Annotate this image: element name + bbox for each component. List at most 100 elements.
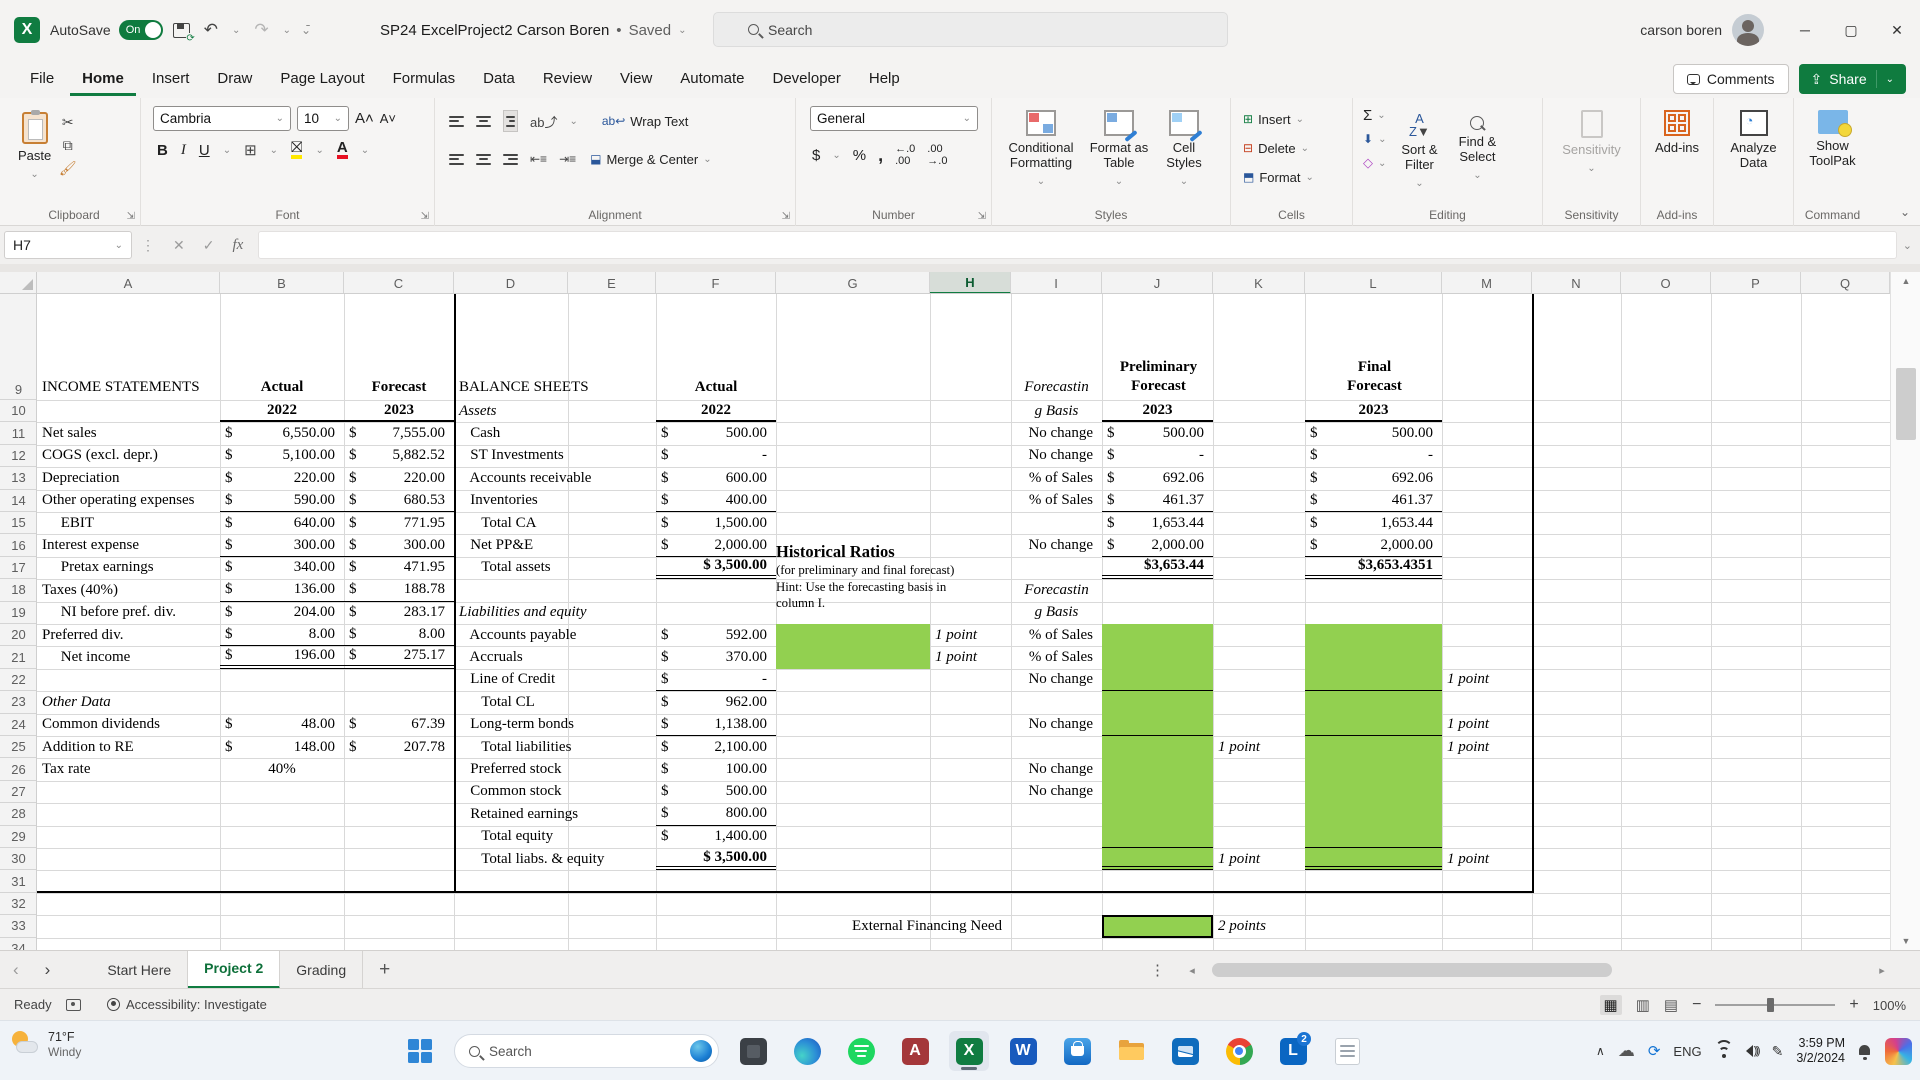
cell-B21[interactable]: $196.00 [220, 646, 344, 669]
cell-I20[interactable]: % of Sales [1011, 624, 1102, 646]
save-icon[interactable] [172, 22, 195, 44]
cell-F10[interactable]: 2022 [656, 400, 776, 423]
column-header-O[interactable]: O [1621, 272, 1711, 293]
cell-I13[interactable]: % of Sales [1011, 467, 1102, 489]
cell-C11[interactable]: $7,555.00 [344, 422, 454, 444]
cell-J17[interactable]: $3,653.44 [1102, 557, 1213, 580]
column-header-P[interactable]: P [1711, 272, 1801, 293]
cell-I9[interactable]: Forecastin [1011, 294, 1102, 400]
alignment-dialog-launcher-icon[interactable]: ⇲ [782, 211, 790, 222]
formula-input[interactable] [258, 231, 1897, 259]
comments-button[interactable]: Comments [1672, 64, 1789, 94]
row-header-19[interactable]: 19 [0, 602, 36, 624]
cell-L23[interactable] [1305, 691, 1442, 736]
cell-B24[interactable]: $48.00 [220, 714, 344, 736]
cell-F14[interactable]: $400.00 [656, 490, 776, 512]
cell-D16[interactable]: Net PP&E [454, 534, 656, 556]
font-size-combo[interactable]: 10 ⌄ [297, 106, 349, 131]
font-color-icon[interactable]: A [336, 140, 348, 159]
pen-icon[interactable]: ✎ [1772, 1043, 1784, 1060]
row-header-21[interactable]: 21 [0, 646, 36, 669]
row-header-26[interactable]: 26 [0, 758, 36, 781]
avatar[interactable] [1732, 14, 1764, 46]
cell-F11[interactable]: $500.00 [656, 422, 776, 444]
row-header-29[interactable]: 29 [0, 826, 36, 848]
row-header-24[interactable]: 24 [0, 714, 36, 736]
cell-B16[interactable]: $300.00 [220, 534, 344, 557]
cell-C10[interactable]: 2023 [344, 400, 454, 423]
cell-B17[interactable]: $340.00 [220, 557, 344, 579]
insert-function-icon[interactable]: fx [223, 237, 252, 254]
column-header-A[interactable]: A [37, 272, 220, 293]
select-all-corner[interactable] [0, 272, 37, 294]
horizontal-scrollbar[interactable]: ◂ ▸ [1182, 959, 1892, 981]
align-left-icon[interactable] [449, 151, 464, 167]
tab-data[interactable]: Data [471, 62, 527, 96]
cell-I27[interactable]: No change [1011, 781, 1102, 803]
cell-A11[interactable]: Net sales [37, 422, 220, 444]
cell-D26[interactable]: Preferred stock [454, 758, 656, 780]
cell-C20[interactable]: $8.00 [344, 624, 454, 647]
cell-C19[interactable]: $283.17 [344, 602, 454, 624]
cell-L11[interactable]: $500.00 [1305, 422, 1442, 444]
increase-decimal-icon[interactable]: ←.0.00 [895, 143, 915, 167]
cell-M22[interactable]: 1 point [1442, 669, 1532, 691]
volume-icon[interactable]: ))) [1745, 1045, 1761, 1057]
row-header-30[interactable]: 30 [0, 848, 36, 871]
cell-L9[interactable]: Final Forecast [1305, 294, 1442, 400]
delete-cells-button[interactable]: ⊟ Delete ⌄ [1243, 135, 1352, 161]
tab-page-layout[interactable]: Page Layout [268, 62, 376, 96]
cell-K33[interactable]: 2 points [1213, 915, 1305, 937]
cell-M25[interactable]: 1 point [1442, 736, 1532, 758]
sheet-tab-project-2[interactable]: Project 2 [188, 950, 281, 989]
outlook-icon[interactable] [1165, 1031, 1205, 1071]
format-cells-button[interactable]: ⬒ Format ⌄ [1243, 164, 1352, 190]
cell-H21[interactable]: 1 point [930, 646, 1011, 668]
cell-K30[interactable]: 1 point [1213, 848, 1305, 870]
normal-view-icon[interactable]: ▦ [1599, 995, 1622, 1015]
row-header-31[interactable]: 31 [0, 870, 36, 893]
cut-icon[interactable]: ✂ [59, 114, 76, 131]
cell-D19[interactable]: Liabilities and equity [454, 602, 656, 624]
column-header-J[interactable]: J [1102, 272, 1213, 293]
row-header-32[interactable]: 32 [0, 893, 36, 916]
cell-F29[interactable]: $1,400.00 [656, 826, 776, 848]
cell-F28[interactable]: $800.00 [656, 803, 776, 826]
search-input[interactable]: Search [713, 12, 1228, 47]
horizontal-scroll-thumb[interactable] [1212, 963, 1612, 977]
row-header-11[interactable]: 11 [0, 422, 36, 445]
decrease-decimal-icon[interactable]: .00 →.0 [927, 143, 947, 167]
undo-button[interactable]: ↶ [200, 20, 222, 40]
cell-C21[interactable]: $275.17 [344, 646, 454, 669]
cell-C13[interactable]: $220.00 [344, 467, 454, 489]
cell-F23[interactable]: $962.00 [656, 691, 776, 713]
cell-B13[interactable]: $220.00 [220, 467, 344, 489]
cell-C15[interactable]: $771.95 [344, 512, 454, 534]
cell-A17[interactable]: Pretax earnings [37, 557, 220, 579]
row-header-12[interactable]: 12 [0, 445, 36, 468]
sort-filter-button[interactable]: A Z▼ Sort & Filter ⌄ [1394, 104, 1444, 191]
cell-M30[interactable]: 1 point [1442, 848, 1532, 870]
app-icon-dark[interactable] [733, 1031, 773, 1071]
cell-C24[interactable]: $67.39 [344, 714, 454, 736]
cell-F27[interactable]: $500.00 [656, 781, 776, 803]
access-icon[interactable]: A [895, 1031, 935, 1071]
sheet-tab-start-here[interactable]: Start Here [91, 950, 189, 989]
sync-icon[interactable]: ⟳ [1648, 1042, 1661, 1060]
cell-J15[interactable]: $1,653.44 [1102, 512, 1213, 534]
chrome-icon[interactable] [1219, 1031, 1259, 1071]
cell-D17[interactable]: Total assets [454, 557, 656, 579]
cell-B19[interactable]: $204.00 [220, 602, 344, 624]
cell-J14[interactable]: $461.37 [1102, 490, 1213, 512]
cell-D29[interactable]: Total equity [454, 826, 656, 848]
cell-C18[interactable]: $188.78 [344, 579, 454, 602]
document-title[interactable]: SP24 ExcelProject2 Carson Boren • Saved … [380, 0, 687, 60]
cell-D12[interactable]: ST Investments [454, 445, 656, 467]
italic-button[interactable]: I [181, 142, 186, 159]
cell-D30[interactable]: Total liabs. & equity [454, 848, 656, 870]
column-header-K[interactable]: K [1213, 272, 1305, 293]
cell-F26[interactable]: $100.00 [656, 758, 776, 780]
minimize-button[interactable]: ─ [1782, 0, 1828, 60]
cell-B11[interactable]: $6,550.00 [220, 422, 344, 444]
row-header-16[interactable]: 16 [0, 534, 36, 557]
